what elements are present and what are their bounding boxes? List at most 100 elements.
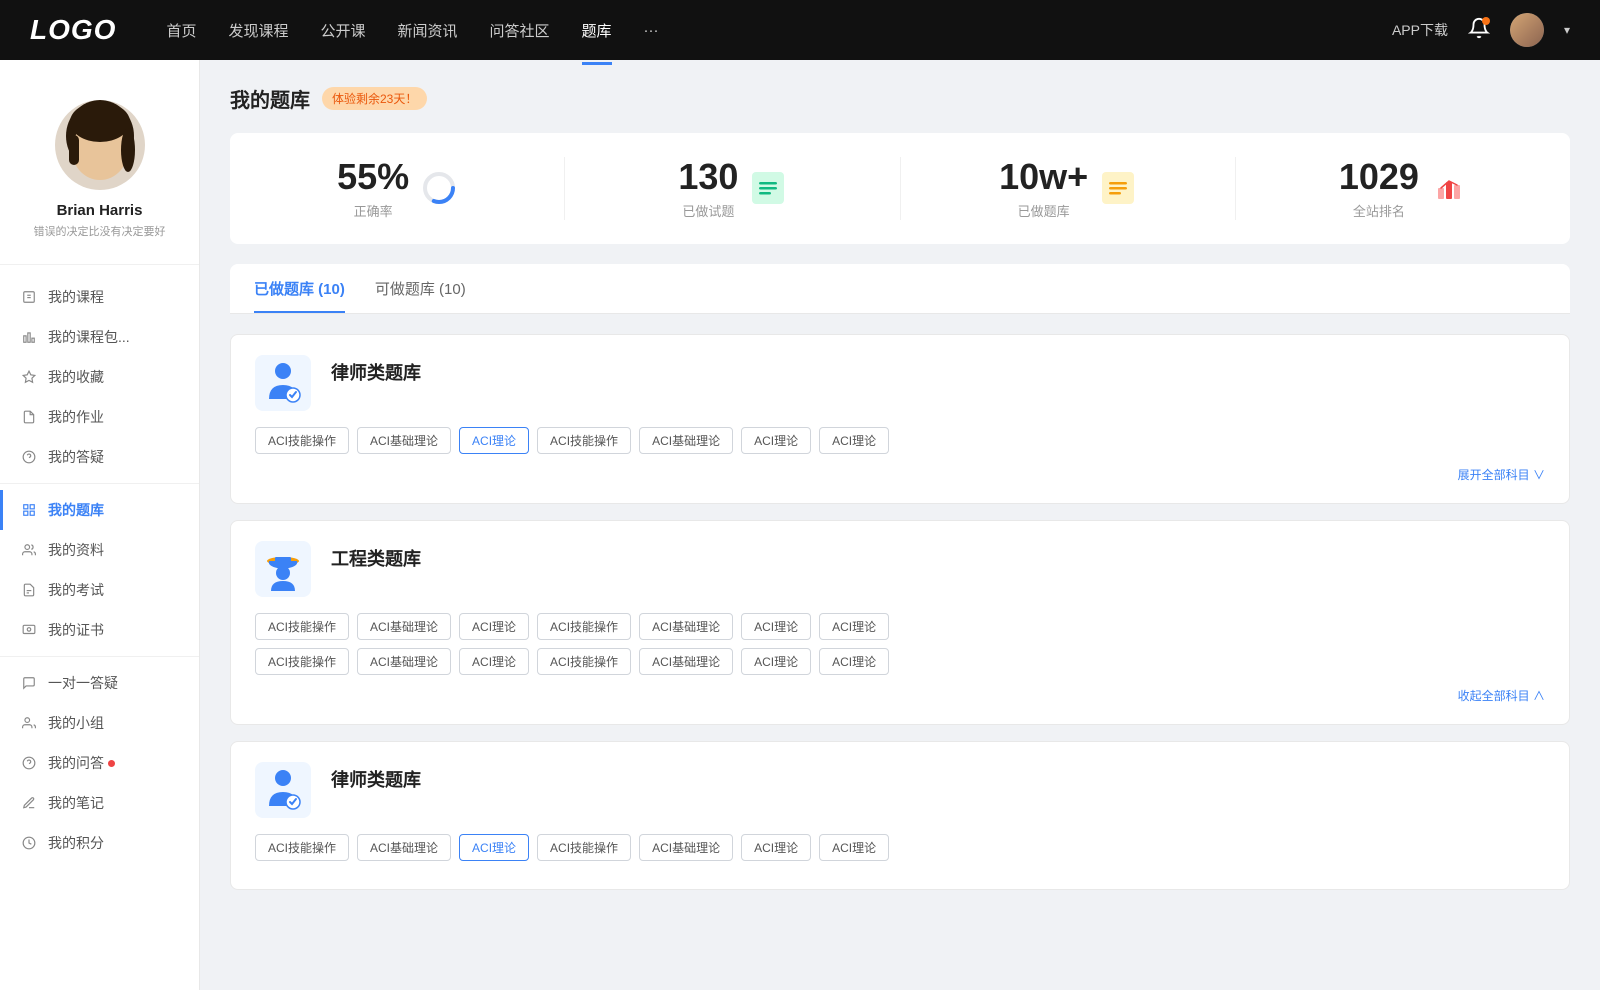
sidebar-item-notes[interactable]: 我的笔记 <box>0 783 199 823</box>
sidebar-motto: 错误的决定比没有决定要好 <box>16 225 183 240</box>
tag-4[interactable]: ACI基础理论 <box>639 427 733 454</box>
eng-tag-6[interactable]: ACI理论 <box>819 613 889 640</box>
avatar-svg <box>55 100 145 190</box>
nav-qbank[interactable]: 题库 <box>582 16 612 45</box>
eng-tag-0[interactable]: ACI技能操作 <box>255 613 349 640</box>
lawyer-svg <box>263 361 303 405</box>
avatar[interactable] <box>1510 13 1544 47</box>
tag-0[interactable]: ACI技能操作 <box>255 427 349 454</box>
tag-2[interactable]: ACI理论 <box>459 427 529 454</box>
qa-red-dot <box>108 760 115 767</box>
l2-tag-5[interactable]: ACI理论 <box>741 834 811 861</box>
qbank-title-lawyer-2: 律师类题库 <box>331 762 421 792</box>
lawyer-svg-2 <box>263 768 303 812</box>
sidebar-item-my-qa[interactable]: 我的问答 <box>0 743 199 783</box>
eng-tag-r2-4[interactable]: ACI基础理论 <box>639 648 733 675</box>
page-title: 我的题库 <box>230 84 310 113</box>
stats-row: 55% 正确率 130 已做试题 <box>230 133 1570 244</box>
eng-tag-5[interactable]: ACI理论 <box>741 613 811 640</box>
nav-menu: 首页 发现课程 公开课 新闻资讯 问答社区 题库 ··· <box>166 16 1392 45</box>
logo: LOGO <box>30 14 116 46</box>
l2-tag-2[interactable]: ACI理论 <box>459 834 529 861</box>
sidebar-label-my-qa: 我的问答 <box>48 753 104 773</box>
nav-news[interactable]: 新闻资讯 <box>398 16 458 45</box>
sidebar-item-homework[interactable]: 我的作业 <box>0 397 199 437</box>
stat-label-done-qbank: 已做题库 <box>999 201 1088 220</box>
sidebar-label-tutoring: 一对一答疑 <box>48 673 118 693</box>
stat-label-correct-rate: 正确率 <box>337 201 409 220</box>
tab-available-qbank[interactable]: 可做题库 (10) <box>375 264 466 313</box>
eng-tag-3[interactable]: ACI技能操作 <box>537 613 631 640</box>
tab-done-qbank[interactable]: 已做题库 (10) <box>254 264 345 313</box>
sidebar-item-profile[interactable]: 我的资料 <box>0 530 199 570</box>
sidebar-menu: 我的课程 我的课程包... 我的收藏 我的作业 <box>0 265 199 875</box>
l2-tag-1[interactable]: ACI基础理论 <box>357 834 451 861</box>
expand-link-lawyer-1[interactable]: 展开全部科目 ∨ <box>255 462 1545 483</box>
pie-chart-icon <box>421 170 457 206</box>
stat-done-qbank: 10w+ 已做题库 <box>901 157 1236 220</box>
navbar: LOGO 首页 发现课程 公开课 新闻资讯 问答社区 题库 ··· APP下载 … <box>0 0 1600 60</box>
eng-tag-r2-0[interactable]: ACI技能操作 <box>255 648 349 675</box>
sidebar-label-homework: 我的作业 <box>48 407 104 427</box>
eng-tag-r2-6[interactable]: ACI理论 <box>819 648 889 675</box>
stat-correct-rate: 55% 正确率 <box>230 157 565 220</box>
avatar-dropdown-arrow[interactable]: ▾ <box>1564 23 1570 37</box>
l2-tag-3[interactable]: ACI技能操作 <box>537 834 631 861</box>
stat-label-rank: 全站排名 <box>1339 201 1419 220</box>
tag-3[interactable]: ACI技能操作 <box>537 427 631 454</box>
eng-tag-4[interactable]: ACI基础理论 <box>639 613 733 640</box>
sidebar-label-exam: 我的考试 <box>48 580 104 600</box>
sidebar-item-favorites[interactable]: 我的收藏 <box>0 357 199 397</box>
sidebar-item-certificate[interactable]: 我的证书 <box>0 610 199 650</box>
qa-icon <box>20 754 38 772</box>
collapse-link-engineer[interactable]: 收起全部科目 ∧ <box>255 683 1545 704</box>
nav-open-course[interactable]: 公开课 <box>320 16 365 45</box>
points-icon <box>20 834 38 852</box>
qbank-tags-engineer-row1: ACI技能操作 ACI基础理论 ACI理论 ACI技能操作 ACI基础理论 AC… <box>255 613 1545 640</box>
eng-tag-2[interactable]: ACI理论 <box>459 613 529 640</box>
qbank-icon-engineer <box>255 541 311 597</box>
main-content: 我的题库 体验剩余23天！ 55% 正确率 <box>200 60 1600 990</box>
sidebar-item-exam[interactable]: 我的考试 <box>0 570 199 610</box>
sidebar-item-points[interactable]: 我的积分 <box>0 823 199 863</box>
eng-tag-r2-2[interactable]: ACI理论 <box>459 648 529 675</box>
stat-label-done-questions: 已做试题 <box>678 201 738 220</box>
tabs-container: 已做题库 (10) 可做题库 (10) <box>230 264 1570 314</box>
sidebar-item-qbank[interactable]: 我的题库 <box>0 490 199 530</box>
navbar-right: APP下载 ▾ <box>1392 13 1570 47</box>
eng-tag-r2-5[interactable]: ACI理论 <box>741 648 811 675</box>
notification-bell[interactable] <box>1468 17 1490 44</box>
bar-red-icon <box>1431 170 1467 206</box>
engineer-svg <box>263 547 303 591</box>
tag-1[interactable]: ACI基础理论 <box>357 427 451 454</box>
page-header: 我的题库 体验剩余23天！ <box>230 84 1570 113</box>
exam-icon <box>20 581 38 599</box>
nav-discover[interactable]: 发现课程 <box>228 16 288 45</box>
tag-5[interactable]: ACI理论 <box>741 427 811 454</box>
sidebar-item-tutoring[interactable]: 一对一答疑 <box>0 663 199 703</box>
sidebar-item-questions[interactable]: 我的答疑 <box>0 437 199 477</box>
sidebar-item-group[interactable]: 我的小组 <box>0 703 199 743</box>
nav-more[interactable]: ··· <box>644 18 659 43</box>
l2-tag-6[interactable]: ACI理论 <box>819 834 889 861</box>
list-yellow-icon <box>1100 170 1136 206</box>
eng-tag-r2-3[interactable]: ACI技能操作 <box>537 648 631 675</box>
bar-chart-icon <box>20 328 38 346</box>
sidebar-label-points: 我的积分 <box>48 833 104 853</box>
tag-6[interactable]: ACI理论 <box>819 427 889 454</box>
eng-tag-1[interactable]: ACI基础理论 <box>357 613 451 640</box>
nav-qa[interactable]: 问答社区 <box>490 16 550 45</box>
cert-icon <box>20 621 38 639</box>
l2-tag-4[interactable]: ACI基础理论 <box>639 834 733 861</box>
sidebar-item-courses[interactable]: 我的课程 <box>0 277 199 317</box>
stat-value-done-qbank: 10w+ <box>999 157 1088 197</box>
sidebar-label-questions: 我的答疑 <box>48 447 104 467</box>
stat-value-rank: 1029 <box>1339 157 1419 197</box>
app-download-link[interactable]: APP下载 <box>1392 20 1448 40</box>
eng-tag-r2-1[interactable]: ACI基础理论 <box>357 648 451 675</box>
l2-tag-0[interactable]: ACI技能操作 <box>255 834 349 861</box>
sidebar-label-courses: 我的课程 <box>48 287 104 307</box>
sidebar-item-course-package[interactable]: 我的课程包... <box>0 317 199 357</box>
stat-value-correct-rate: 55% <box>337 157 409 197</box>
nav-home[interactable]: 首页 <box>166 16 196 45</box>
